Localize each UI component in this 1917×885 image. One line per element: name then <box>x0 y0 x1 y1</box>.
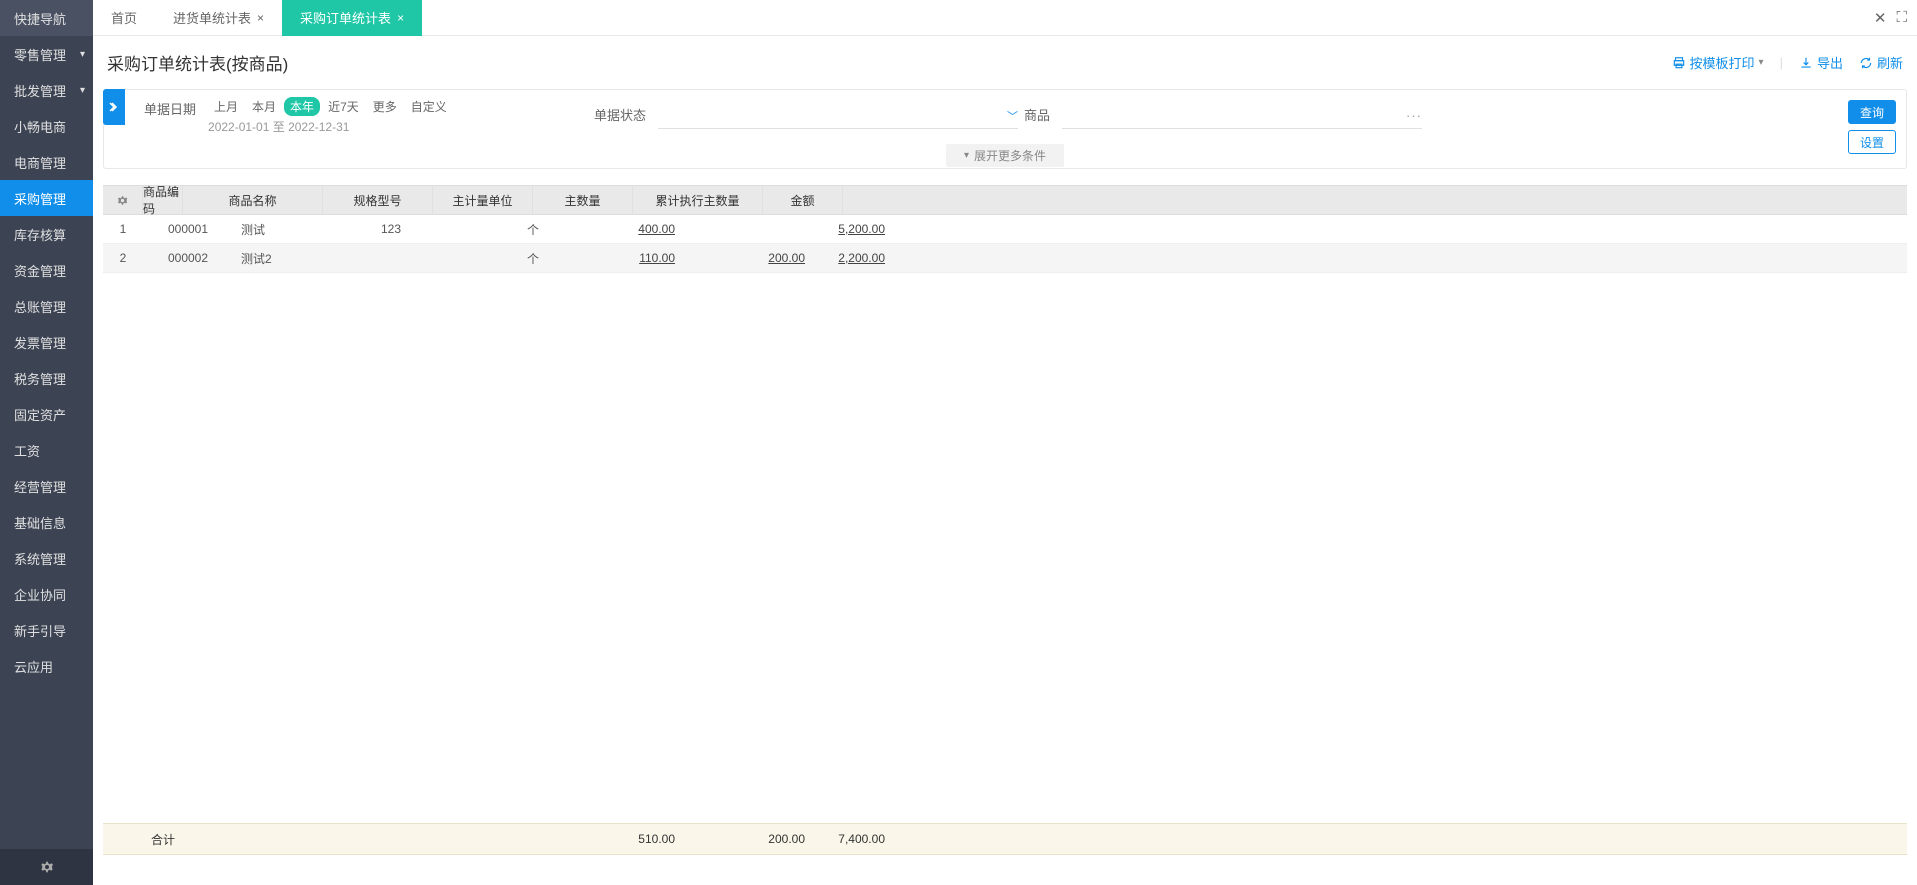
table-footer: 合计 510.00 200.00 7,400.00 <box>103 823 1907 855</box>
chevron-right-icon <box>108 101 120 113</box>
fullscreen-icon[interactable]: ⛶ <box>1896 9 1907 26</box>
footer-label: 合计 <box>151 831 175 848</box>
th-name[interactable]: 商品名称 <box>183 186 323 214</box>
filter-date-label: 单据日期 <box>144 97 196 118</box>
sidebar-item[interactable]: 系统管理 <box>0 540 93 576</box>
sidebar-settings[interactable] <box>0 849 93 885</box>
print-button[interactable]: 按模板打印 ▾ <box>1672 53 1764 72</box>
sidebar-item[interactable]: 库存核算 <box>0 216 93 252</box>
table-header: 商品编码 商品名称 规格型号 主计量单位 主数量 累计执行主数量 金额 <box>103 185 1907 215</box>
cell-cumqty[interactable] <box>683 215 813 243</box>
printer-icon <box>1672 56 1686 70</box>
sidebar-item[interactable]: 云应用 <box>0 648 93 684</box>
refresh-button[interactable]: 刷新 <box>1859 53 1903 72</box>
sidebar: 快捷导航零售管理▾批发管理▾小畅电商电商管理采购管理库存核算资金管理总账管理发票… <box>0 0 93 885</box>
table-settings-button[interactable] <box>103 186 143 214</box>
tab[interactable]: 首页 <box>93 0 155 36</box>
th-qty[interactable]: 主数量 <box>533 186 633 214</box>
tab[interactable]: 进货单统计表 × <box>155 0 282 36</box>
sidebar-item[interactable]: 批发管理▾ <box>0 72 93 108</box>
sidebar-item[interactable]: 采购管理 <box>0 180 93 216</box>
sidebar-item[interactable]: 企业协同 <box>0 576 93 612</box>
sidebar-item[interactable]: 零售管理▾ <box>0 36 93 72</box>
filter-bar: 单据日期 上月本月本年近7天更多自定义 2022-01-01 至 2022-12… <box>103 89 1907 169</box>
export-button[interactable]: 导出 <box>1799 53 1843 72</box>
date-option[interactable]: 本年 <box>284 97 320 116</box>
tabbar: 首页 进货单统计表 × 采购订单统计表 × ✕ ⛶ <box>93 0 1917 36</box>
footer-amount: 7,400.00 <box>838 832 885 846</box>
sidebar-item[interactable]: 固定资产 <box>0 396 93 432</box>
chevron-down-icon: ▾ <box>1759 57 1764 68</box>
date-option[interactable]: 本月 <box>246 97 282 116</box>
cell-spec: 123 <box>373 215 483 243</box>
sidebar-item[interactable]: 小畅电商 <box>0 108 93 144</box>
chevron-down-icon: ﹀ <box>1007 108 1018 124</box>
tab[interactable]: 采购订单统计表 × <box>282 0 422 36</box>
sidebar-item[interactable]: 发票管理 <box>0 324 93 360</box>
cell-amount[interactable]: 5,200.00 <box>813 215 893 243</box>
th-spec[interactable]: 规格型号 <box>323 186 433 214</box>
sidebar-item[interactable]: 快捷导航 <box>0 0 93 36</box>
cell-cumqty[interactable]: 200.00 <box>683 244 813 272</box>
th-empty <box>843 186 1907 214</box>
gear-icon <box>116 194 129 207</box>
sidebar-item[interactable]: 税务管理 <box>0 360 93 396</box>
footer-cumqty: 200.00 <box>768 832 805 846</box>
sidebar-item[interactable]: 新手引导 <box>0 612 93 648</box>
close-all-icon[interactable]: ✕ <box>1874 9 1887 27</box>
filter-status-label: 单据状态 <box>594 103 646 124</box>
date-option[interactable]: 自定义 <box>405 97 453 116</box>
cell-unit: 个 <box>483 215 583 243</box>
page-title: 采购订单统计表(按商品) <box>107 50 288 75</box>
chevron-down-icon: ▾ <box>964 150 969 161</box>
export-icon <box>1799 56 1813 70</box>
cell-idx: 2 <box>103 244 143 272</box>
cell-idx: 1 <box>103 215 143 243</box>
sidebar-item[interactable]: 电商管理 <box>0 144 93 180</box>
filter-status-select[interactable]: ﹀ <box>658 103 1018 129</box>
query-button[interactable]: 查询 <box>1848 100 1896 124</box>
tab-label: 首页 <box>111 8 137 27</box>
sidebar-item[interactable]: 经营管理 <box>0 468 93 504</box>
sidebar-item[interactable]: 基础信息 <box>0 504 93 540</box>
sidebar-item[interactable]: 工资 <box>0 432 93 468</box>
table-row[interactable]: 2000002测试2 个110.00200.002,200.00 <box>103 244 1907 273</box>
gear-icon <box>39 859 55 875</box>
expand-filters-button[interactable]: ▾ 展开更多条件 <box>946 144 1064 167</box>
filter-date-range: 2022-01-01 至 2022-12-31 <box>208 118 453 135</box>
cell-amount[interactable]: 2,200.00 <box>813 244 893 272</box>
cell-name: 测试2 <box>233 244 373 272</box>
cell-qty[interactable]: 400.00 <box>583 215 683 243</box>
refresh-icon <box>1859 56 1873 70</box>
close-icon[interactable]: × <box>257 11 264 25</box>
date-option[interactable]: 近7天 <box>322 97 365 116</box>
th-amount[interactable]: 金额 <box>763 186 843 214</box>
cell-qty[interactable]: 110.00 <box>583 244 683 272</box>
th-code[interactable]: 商品编码 <box>143 186 183 214</box>
settings-button[interactable]: 设置 <box>1848 130 1896 154</box>
tab-label: 采购订单统计表 <box>300 8 391 27</box>
chevron-down-icon: ▾ <box>80 85 85 96</box>
sidebar-item[interactable]: 资金管理 <box>0 252 93 288</box>
filter-product-select[interactable]: ··· <box>1062 103 1422 129</box>
th-unit[interactable]: 主计量单位 <box>433 186 533 214</box>
close-icon[interactable]: × <box>397 11 404 25</box>
cell-code: 000001 <box>143 215 233 243</box>
th-cumqty[interactable]: 累计执行主数量 <box>633 186 763 214</box>
cell-code: 000002 <box>143 244 233 272</box>
table-row[interactable]: 1000001测试123个400.00 5,200.00 <box>103 215 1907 244</box>
sidebar-item[interactable]: 总账管理 <box>0 288 93 324</box>
footer-qty: 510.00 <box>638 832 675 846</box>
cell-spec <box>373 244 483 272</box>
ellipsis-icon: ··· <box>1406 108 1422 123</box>
filter-product-label: 商品 <box>1024 103 1050 124</box>
cell-name: 测试 <box>233 215 373 243</box>
cell-unit: 个 <box>483 244 583 272</box>
date-option[interactable]: 上月 <box>208 97 244 116</box>
tab-label: 进货单统计表 <box>173 8 251 27</box>
date-option[interactable]: 更多 <box>367 97 403 116</box>
filter-collapse-toggle[interactable] <box>103 89 125 125</box>
chevron-down-icon: ▾ <box>80 49 85 60</box>
